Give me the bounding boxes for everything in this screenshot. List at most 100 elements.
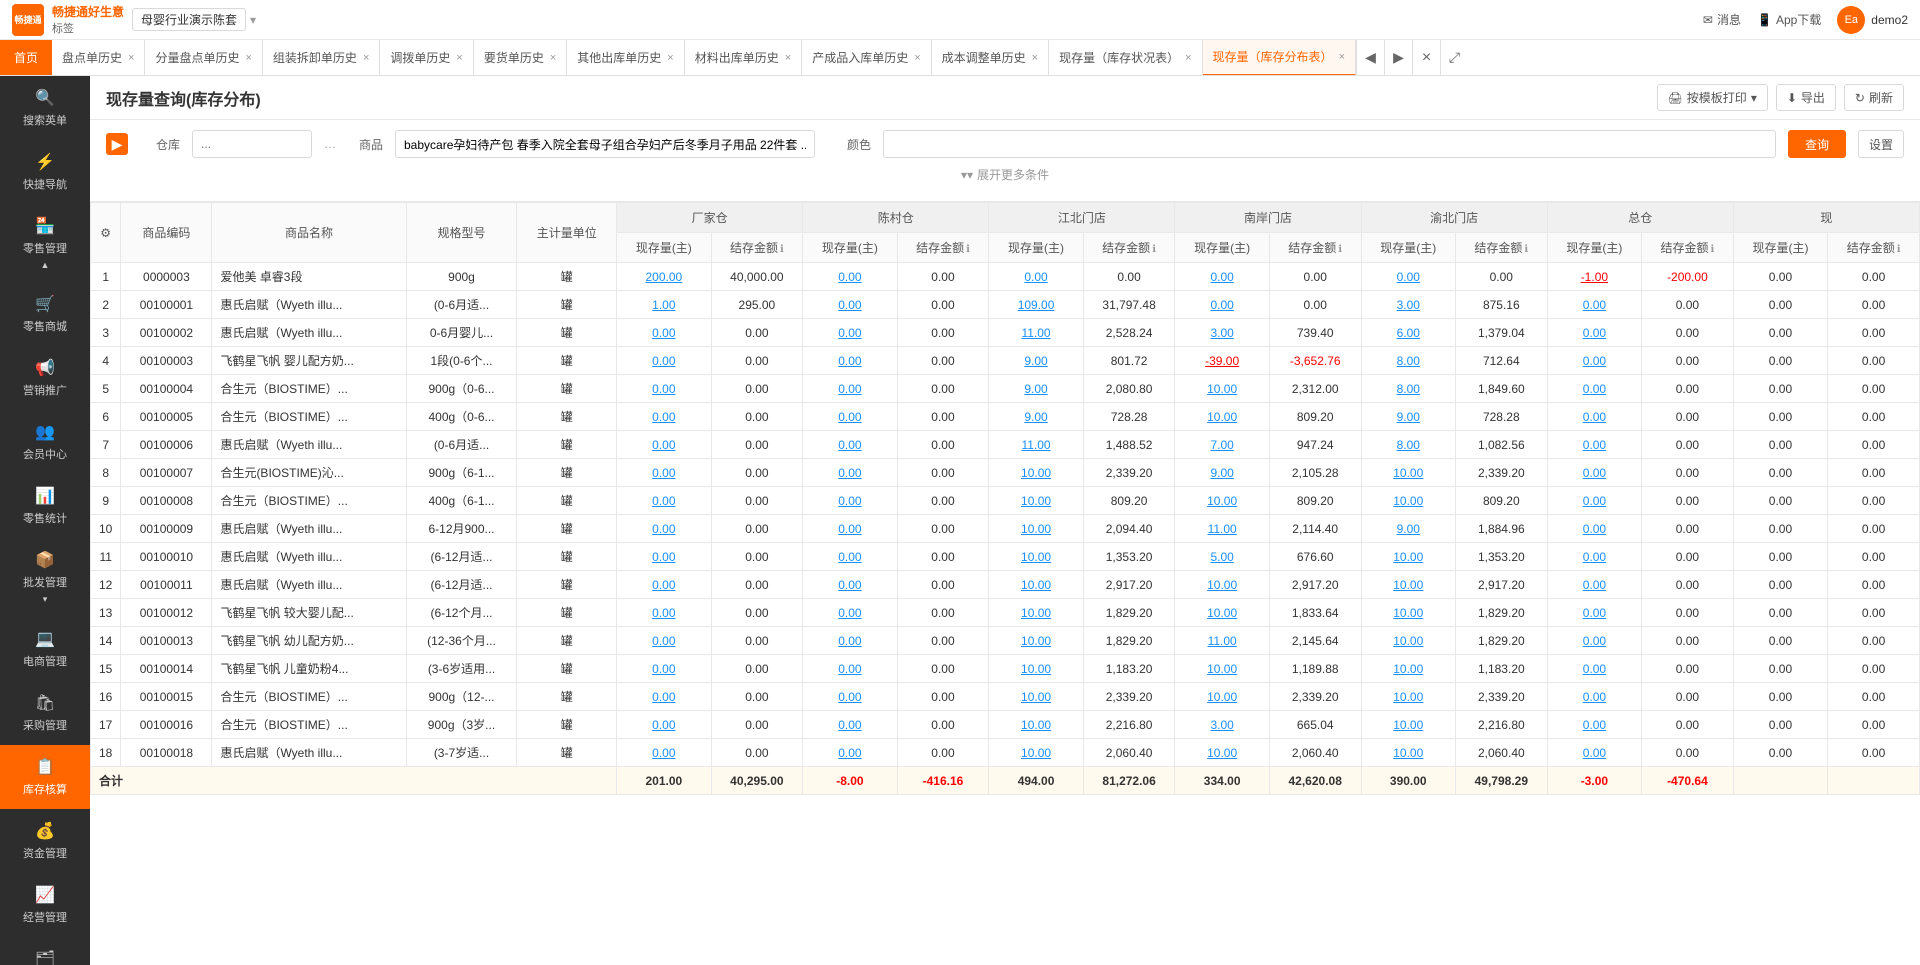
tab-demand[interactable]: 要货单历史 × [474,40,567,76]
cell-yb-qty[interactable]: 10.00 [1361,459,1455,487]
th-settings[interactable]: ⚙ [91,203,121,263]
cell-na-qty[interactable]: 10.00 [1175,571,1269,599]
cell-na-qty[interactable]: 10.00 [1175,375,1269,403]
cell-c-qty[interactable]: 0.00 [803,319,897,347]
cell-na-qty[interactable]: 0.00 [1175,263,1269,291]
cell-na-qty[interactable]: 10.00 [1175,655,1269,683]
cell-tot-qty[interactable]: -1.00 [1547,263,1641,291]
selector-area[interactable]: 母婴行业演示陈套 ▾ [132,8,256,31]
cell-tot-qty[interactable]: 0.00 [1547,459,1641,487]
cell-f-qty[interactable]: 0.00 [617,375,711,403]
cell-yb-qty[interactable]: 8.00 [1361,431,1455,459]
cell-jb-qty[interactable]: 9.00 [989,375,1083,403]
cell-tot-qty[interactable]: 0.00 [1547,599,1641,627]
tab-close-btn[interactable]: × [1412,40,1440,76]
cell-tot-qty[interactable]: 0.00 [1547,739,1641,767]
tab-next-btn[interactable]: ▶ [1384,40,1412,76]
cell-jb-qty[interactable]: 10.00 [989,571,1083,599]
cell-c-qty[interactable]: 0.00 [803,487,897,515]
cell-yb-qty[interactable]: 10.00 [1361,571,1455,599]
cell-f-qty[interactable]: 0.00 [617,711,711,739]
cell-f-qty[interactable]: 0.00 [617,431,711,459]
cell-na-qty[interactable]: 11.00 [1175,627,1269,655]
tab-splitstock-close[interactable]: × [245,52,251,64]
cell-c-qty[interactable]: 0.00 [803,375,897,403]
tab-costadjust-close[interactable]: × [1032,52,1038,64]
tab-otherout[interactable]: 其他出库单历史 × [567,40,684,76]
cell-yb-qty[interactable]: 10.00 [1361,599,1455,627]
tab-costadjust[interactable]: 成本调整单历史 × [932,40,1049,76]
cell-f-qty[interactable]: 0.00 [617,571,711,599]
tab-productin-close[interactable]: × [914,52,920,64]
color-input[interactable] [883,130,1776,158]
tab-inventory-dist-close[interactable]: × [1339,51,1345,63]
sidebar-item-marketing[interactable]: 📢 营销推广 [0,346,90,410]
cell-c-qty[interactable]: 0.00 [803,571,897,599]
cell-na-qty[interactable]: 3.00 [1175,711,1269,739]
cell-yb-qty[interactable]: 0.00 [1361,263,1455,291]
cell-tot-qty[interactable]: 0.00 [1547,375,1641,403]
cell-yb-qty[interactable]: 9.00 [1361,515,1455,543]
cell-c-qty[interactable]: 0.00 [803,655,897,683]
cell-tot-qty[interactable]: 0.00 [1547,683,1641,711]
tab-materialout[interactable]: 材料出库单历史 × [685,40,802,76]
cell-yb-qty[interactable]: 6.00 [1361,319,1455,347]
cell-c-qty[interactable]: 0.00 [803,263,897,291]
tab-home[interactable]: 首页 [0,40,52,76]
cell-yb-qty[interactable]: 9.00 [1361,403,1455,431]
tab-prev-btn[interactable]: ◀ [1356,40,1384,76]
cell-f-qty[interactable]: 0.00 [617,655,711,683]
cell-yb-qty[interactable]: 8.00 [1361,347,1455,375]
cell-yb-qty[interactable]: 10.00 [1361,683,1455,711]
cell-c-qty[interactable]: 0.00 [803,291,897,319]
cell-c-qty[interactable]: 0.00 [803,347,897,375]
tab-materialout-close[interactable]: × [785,52,791,64]
cell-c-qty[interactable]: 0.00 [803,711,897,739]
cell-yb-qty[interactable]: 10.00 [1361,711,1455,739]
tab-stockcount-close[interactable]: × [128,52,134,64]
cell-jb-qty[interactable]: 10.00 [989,459,1083,487]
cell-f-qty[interactable]: 0.00 [617,627,711,655]
cell-jb-qty[interactable]: 10.00 [989,711,1083,739]
tab-assemble-close[interactable]: × [363,52,369,64]
cell-c-qty[interactable]: 0.00 [803,403,897,431]
cell-yb-qty[interactable]: 10.00 [1361,627,1455,655]
cell-tot-qty[interactable]: 0.00 [1547,515,1641,543]
cell-na-qty[interactable]: 11.00 [1175,515,1269,543]
sidebar-item-quicknav[interactable]: ⚡ 快捷导航 [0,140,90,204]
cell-c-qty[interactable]: 0.00 [803,543,897,571]
cell-tot-qty[interactable]: 0.00 [1547,319,1641,347]
refresh-btn[interactable]: ↻ 刷新 [1844,84,1904,111]
sidebar-item-ecommerce[interactable]: 💻 电商管理 [0,617,90,681]
cell-f-qty[interactable]: 200.00 [617,263,711,291]
cell-tot-qty[interactable]: 0.00 [1547,403,1641,431]
cell-na-qty[interactable]: 7.00 [1175,431,1269,459]
cell-na-qty[interactable]: -39.00 [1175,347,1269,375]
cell-tot-qty[interactable]: 0.00 [1547,627,1641,655]
sidebar-item-retail[interactable]: 🏪 零售管理 ▲ [0,204,90,282]
settings-btn[interactable]: 设置 [1858,130,1904,158]
cell-c-qty[interactable]: 0.00 [803,431,897,459]
cell-tot-qty[interactable]: 0.00 [1547,711,1641,739]
cell-tot-qty[interactable]: 0.00 [1547,487,1641,515]
cell-na-qty[interactable]: 3.00 [1175,319,1269,347]
cell-na-qty[interactable]: 10.00 [1175,599,1269,627]
sidebar-item-operation[interactable]: 📈 经营管理 [0,873,90,937]
tab-inventory-status-close[interactable]: × [1185,52,1191,64]
sidebar-item-purchase[interactable]: 🛍 采购管理 [0,681,90,745]
cell-f-qty[interactable]: 0.00 [617,319,711,347]
tab-stockcount[interactable]: 盘点单历史 × [52,40,145,76]
sidebar-item-search[interactable]: 🔍 搜索英单 [0,76,90,140]
cell-yb-qty[interactable]: 10.00 [1361,543,1455,571]
cell-jb-qty[interactable]: 10.00 [989,655,1083,683]
goods-input[interactable] [395,130,815,158]
company-selector[interactable]: 母婴行业演示陈套 [132,8,246,31]
tab-inventory-dist[interactable]: 现存量（库存分布表） × [1203,40,1356,76]
sidebar-item-finance[interactable]: 💰 资金管理 [0,809,90,873]
cell-jb-qty[interactable]: 9.00 [989,403,1083,431]
sidebar-item-retail-shop[interactable]: 🛒 零售商城 [0,282,90,346]
cell-yb-qty[interactable]: 10.00 [1361,487,1455,515]
sidebar-item-member[interactable]: 👥 会员中心 [0,410,90,474]
cell-tot-qty[interactable]: 0.00 [1547,291,1641,319]
cell-f-qty[interactable]: 0.00 [617,515,711,543]
